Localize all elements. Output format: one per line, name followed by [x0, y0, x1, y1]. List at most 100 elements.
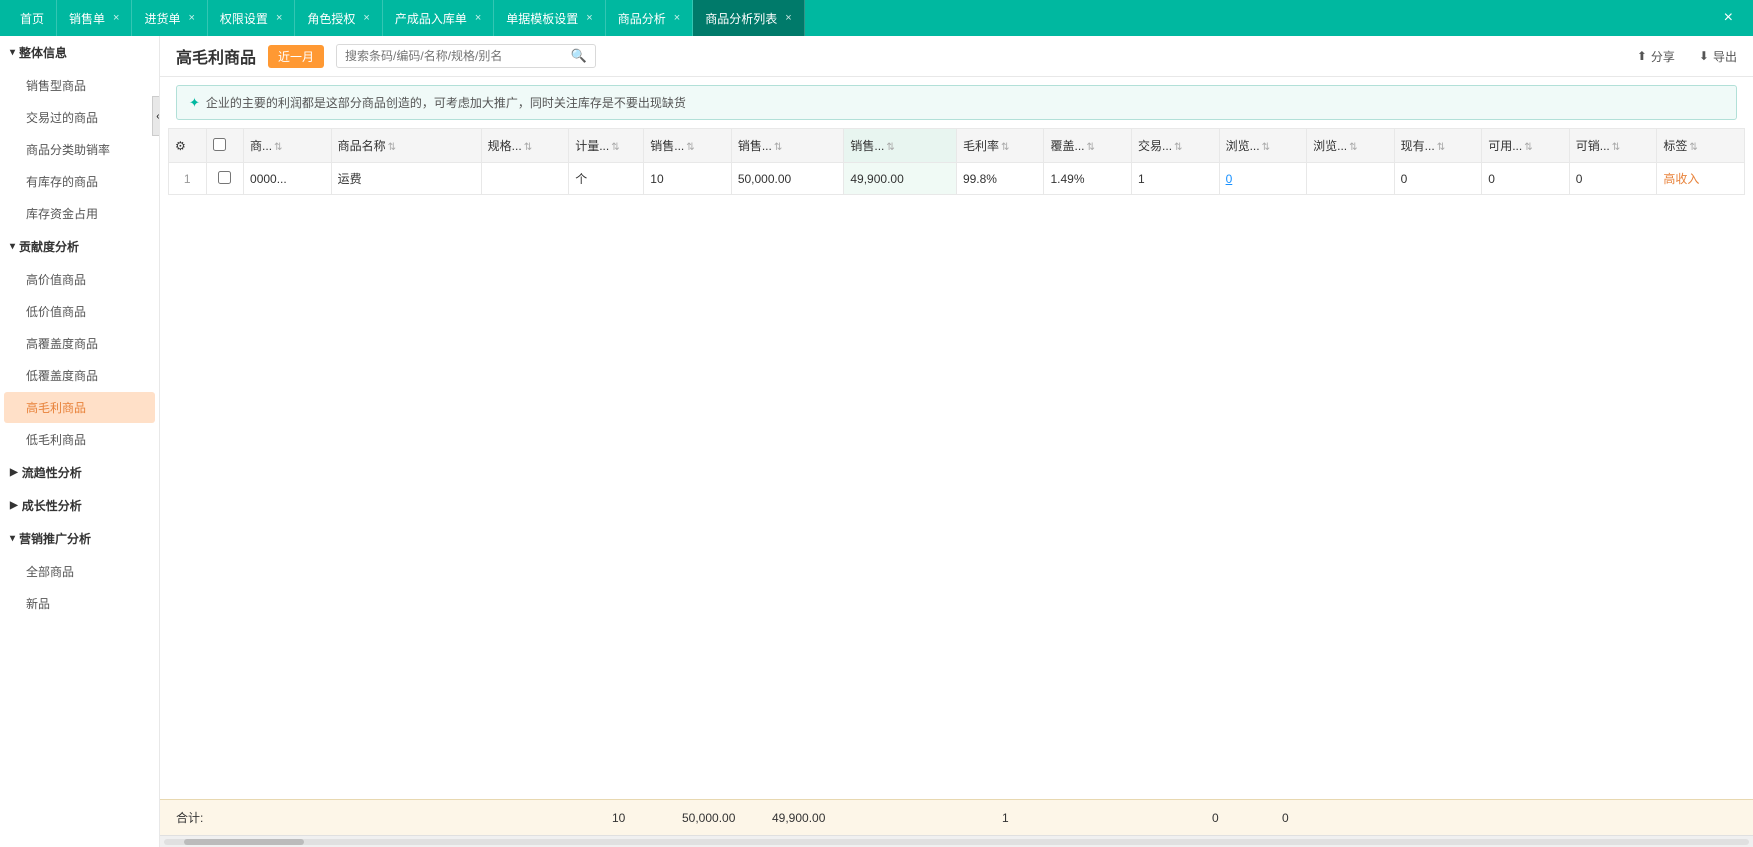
col-sales-amount[interactable]: 销售...⇅ [731, 129, 844, 163]
row-spec-cell [481, 163, 569, 195]
sidebar-group-overall-label: 整体信息 [19, 44, 67, 61]
sidebar-item-traded-goods-label: 交易过的商品 [26, 111, 98, 125]
sidebar-item-traded-goods[interactable]: 交易过的商品 [4, 102, 155, 133]
footer-transactions: 1 [996, 811, 1066, 825]
close-app-button[interactable]: × [1712, 9, 1745, 27]
tab-roles[interactable]: 角色授权 × [295, 0, 382, 36]
select-all-checkbox[interactable] [213, 138, 226, 151]
sidebar-group-contribution-label: 贡献度分析 [19, 238, 79, 255]
sidebar-item-new-goods[interactable]: 新品 [4, 588, 155, 619]
sidebar-item-new-goods-label: 新品 [26, 597, 50, 611]
tab-home-label: 首页 [20, 10, 44, 27]
col-name[interactable]: 商品名称⇅ [331, 129, 481, 163]
col-coverage-label: 覆盖... [1050, 139, 1084, 153]
col-settings[interactable]: ⚙ [169, 129, 207, 163]
sidebar-item-category-rate[interactable]: 商品分类助销率 [4, 134, 155, 165]
row-views1-cell[interactable]: 0 [1219, 163, 1307, 195]
tab-sales[interactable]: 销售单 × [57, 0, 132, 36]
col-sellable[interactable]: 可销...⇅ [1569, 129, 1657, 163]
filter-recent-month-button[interactable]: 近一月 [268, 45, 324, 68]
col-sales-qty[interactable]: 销售...⇅ [644, 129, 732, 163]
col-tag[interactable]: 标签⇅ [1657, 129, 1745, 163]
footer-current-stock: 0 [1206, 811, 1276, 825]
sort-icon-unit: ⇅ [611, 142, 619, 153]
tab-roles-label: 角色授权 [307, 10, 355, 27]
col-gross-rate[interactable]: 毛利率⇅ [956, 129, 1044, 163]
tab-product-analysis-label: 商品分析 [618, 10, 666, 27]
sidebar-group-contribution[interactable]: ▾ 贡献度分析 [0, 230, 159, 263]
col-checkbox[interactable] [206, 129, 244, 163]
sidebar-group-overall[interactable]: ▾ 整体信息 [0, 36, 159, 69]
tab-product-analysis[interactable]: 商品分析 × [606, 0, 693, 36]
sidebar-group-marketing[interactable]: ▾ 营销推广分析 [0, 522, 159, 555]
table-row: 1 0000... 运费 个 10 50,000.00 49,900.00 99… [169, 163, 1745, 195]
sort-icon-sellable: ⇅ [1612, 142, 1620, 153]
tab-home[interactable]: 首页 [8, 0, 57, 36]
col-available[interactable]: 可用...⇅ [1482, 129, 1570, 163]
sidebar-item-high-margin[interactable]: 高毛利商品 [4, 392, 155, 423]
row-sellable-cell: 0 [1569, 163, 1657, 195]
sidebar-item-low-coverage[interactable]: 低覆盖度商品 [4, 360, 155, 391]
sidebar-item-high-value[interactable]: 高价值商品 [4, 264, 155, 295]
row-name-cell: 运费 [331, 163, 481, 195]
tab-product-inbound[interactable]: 产成品入库单 × [383, 0, 494, 36]
col-coverage[interactable]: 覆盖...⇅ [1044, 129, 1132, 163]
col-transactions[interactable]: 交易...⇅ [1132, 129, 1220, 163]
sidebar-group-growth[interactable]: ▶ 成长性分析 [0, 489, 159, 522]
sidebar-item-stock-funds[interactable]: 库存资金占用 [4, 198, 155, 229]
row-checkbox-cell[interactable] [206, 163, 244, 195]
export-button[interactable]: ⬇ 导出 [1699, 48, 1737, 65]
sidebar-item-all-goods[interactable]: 全部商品 [4, 556, 155, 587]
col-unit[interactable]: 计量...⇅ [569, 129, 644, 163]
sort-icon-name: ⇅ [388, 142, 396, 153]
tab-permissions[interactable]: 权限设置 × [208, 0, 295, 36]
col-code[interactable]: 商...⇅ [244, 129, 332, 163]
sidebar-item-low-value[interactable]: 低价值商品 [4, 296, 155, 327]
col-spec[interactable]: 规格...⇅ [481, 129, 569, 163]
col-views2[interactable]: 浏览...⇅ [1307, 129, 1395, 163]
close-permissions-tab[interactable]: × [276, 12, 282, 24]
search-box[interactable]: 🔍 [336, 44, 596, 68]
close-product-analysis-list-tab[interactable]: × [785, 12, 791, 24]
row-checkbox[interactable] [218, 171, 231, 184]
tab-purchase[interactable]: 进货单 × [132, 0, 207, 36]
col-sales-net[interactable]: 销售...⇅ [844, 129, 957, 163]
footer-available: 0 [1276, 811, 1346, 825]
sidebar-group-trend[interactable]: ▶ 流趋性分析 [0, 456, 159, 489]
close-purchase-tab[interactable]: × [188, 12, 194, 24]
sidebar-item-low-margin[interactable]: 低毛利商品 [4, 424, 155, 455]
close-sales-tab[interactable]: × [113, 12, 119, 24]
sidebar-item-high-coverage[interactable]: 高覆盖度商品 [4, 328, 155, 359]
search-input[interactable] [345, 49, 565, 63]
close-template-settings-tab[interactable]: × [586, 12, 592, 24]
close-roles-tab[interactable]: × [363, 12, 369, 24]
sidebar-group-marketing-label: 营销推广分析 [19, 530, 91, 547]
arrow-icon: ▾ [10, 47, 15, 58]
tab-permissions-label: 权限设置 [220, 10, 268, 27]
search-icon[interactable]: 🔍 [571, 48, 587, 64]
scrollbar-track[interactable] [164, 839, 1749, 845]
col-spec-label: 规格... [488, 139, 522, 153]
sort-icon-sales-amount: ⇅ [774, 142, 782, 153]
sort-icon-available: ⇅ [1524, 142, 1532, 153]
col-views1[interactable]: 浏览...⇅ [1219, 129, 1307, 163]
sort-icon-views2: ⇅ [1349, 142, 1357, 153]
col-current-stock[interactable]: 现有...⇅ [1394, 129, 1482, 163]
row-unit-cell: 个 [569, 163, 644, 195]
info-banner-text: 企业的主要的利润都是这部分商品创造的，可考虑加大推广，同时关注库存是不要出现缺货 [206, 94, 686, 111]
info-icon: ✦ [189, 95, 200, 111]
bottom-scrollbar[interactable] [160, 835, 1753, 847]
share-button[interactable]: ⬆ 分享 [1637, 48, 1675, 65]
col-sellable-label: 可销... [1576, 139, 1610, 153]
share-label: 分享 [1651, 48, 1675, 65]
table-footer: 合计: 10 50,000.00 49,900.00 1 0 0 [160, 799, 1753, 835]
close-product-inbound-tab[interactable]: × [475, 12, 481, 24]
close-product-analysis-tab[interactable]: × [674, 12, 680, 24]
scrollbar-thumb[interactable] [184, 839, 304, 845]
tab-template-settings[interactable]: 单据模板设置 × [494, 0, 605, 36]
tab-product-analysis-list[interactable]: 商品分析列表 × [693, 0, 804, 36]
sidebar-collapse-button[interactable]: « [152, 96, 160, 136]
sort-icon-sales-net: ⇅ [886, 142, 894, 153]
sidebar-item-in-stock[interactable]: 有库存的商品 [4, 166, 155, 197]
sidebar-item-sales-goods[interactable]: 销售型商品 [4, 70, 155, 101]
